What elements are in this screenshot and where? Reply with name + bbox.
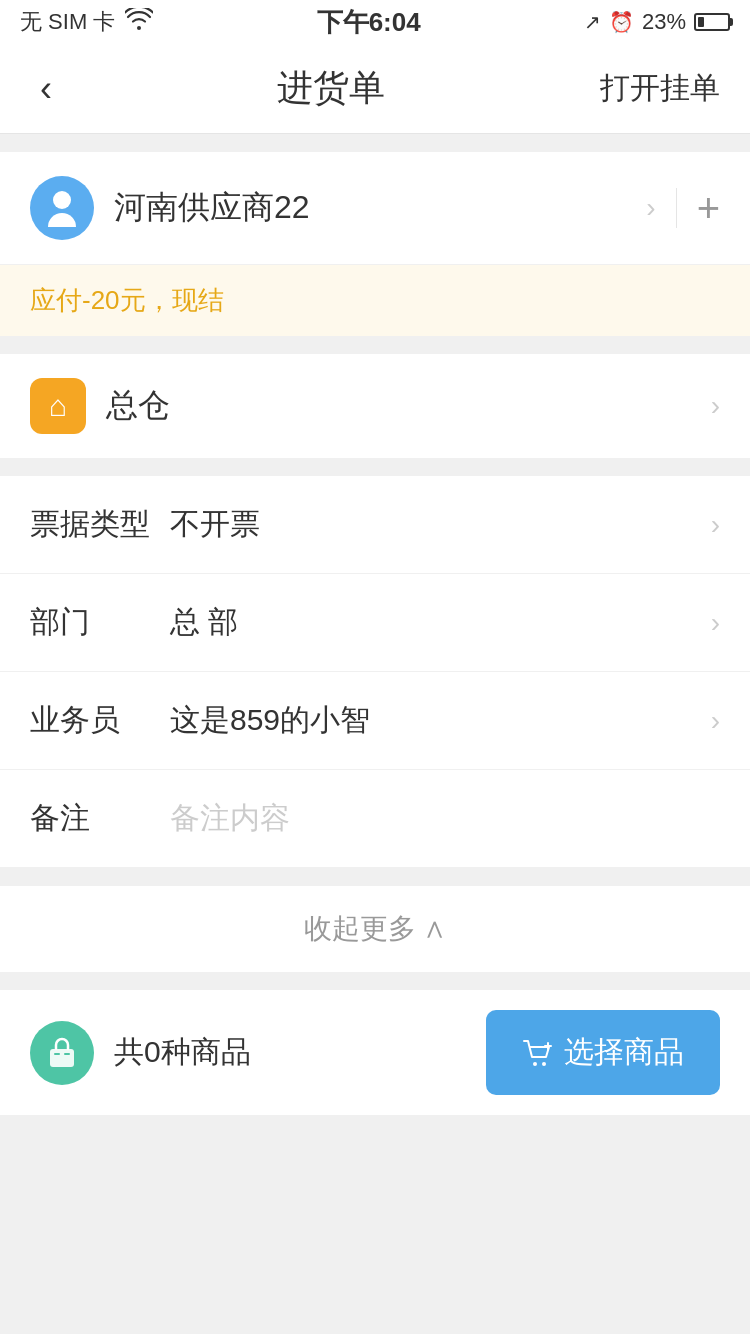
select-product-label: 选择商品 (564, 1032, 684, 1073)
remark-row[interactable]: 备注 备注内容 (0, 770, 750, 867)
form-section: 票据类型 不开票 › 部门 总 部 › 业务员 这是859的小智 › 备注 备注… (0, 476, 750, 867)
nav-bar: ‹ 进货单 打开挂单 (0, 44, 750, 134)
collapse-row[interactable]: 收起更多 ∧ (0, 885, 750, 972)
product-count: 共0种商品 (114, 1032, 486, 1073)
divider-2 (0, 336, 750, 354)
status-right: ↗ ⏰ 23% (584, 9, 730, 35)
person-icon (45, 191, 79, 225)
svg-rect-2 (64, 1053, 70, 1055)
status-bar: 无 SIM 卡 下午6:04 ↗ ⏰ 23% (0, 0, 750, 44)
invoice-label: 票据类型 (30, 504, 170, 545)
page-title: 进货单 (277, 64, 385, 113)
add-supplier-button[interactable]: + (697, 188, 720, 228)
department-label: 部门 (30, 602, 170, 643)
wifi-icon (125, 8, 153, 36)
supplier-section: 河南供应商22 › + 应付-20元，现结 (0, 152, 750, 336)
vertical-divider (676, 188, 677, 228)
status-time: 下午6:04 (317, 5, 421, 40)
svg-rect-1 (54, 1053, 60, 1055)
supplier-avatar (30, 176, 94, 240)
warehouse-icon: ⌂ (30, 378, 86, 434)
warehouse-name: 总仓 (106, 384, 711, 428)
svg-point-4 (542, 1062, 546, 1066)
status-carrier: 无 SIM 卡 (20, 7, 153, 37)
notice-banner: 应付-20元，现结 (0, 265, 750, 336)
remark-input[interactable]: 备注内容 (170, 798, 720, 839)
notice-text: 应付-20元，现结 (30, 285, 224, 315)
house-icon: ⌂ (49, 389, 67, 423)
product-bag-icon (30, 1021, 94, 1085)
salesman-chevron-icon: › (711, 705, 720, 737)
chevron-right-icon: › (646, 192, 655, 224)
battery-percent: 23% (642, 9, 686, 35)
department-row[interactable]: 部门 总 部 › (0, 574, 750, 672)
invoice-chevron-icon: › (711, 509, 720, 541)
department-value: 总 部 (170, 602, 711, 643)
supplier-row[interactable]: 河南供应商22 › + (0, 152, 750, 265)
back-button[interactable]: ‹ (30, 58, 62, 120)
location-icon: ↗ (584, 10, 601, 34)
page-background (0, 1115, 750, 1334)
supplier-name: 河南供应商22 (114, 186, 646, 230)
department-chevron-icon: › (711, 607, 720, 639)
divider-1 (0, 134, 750, 152)
collapse-label: 收起更多 ∧ (304, 913, 447, 944)
invoice-value: 不开票 (170, 504, 711, 545)
svg-point-3 (533, 1062, 537, 1066)
open-pending-button[interactable]: 打开挂单 (600, 68, 720, 109)
cart-plus-icon (522, 1039, 554, 1067)
alarm-icon: ⏰ (609, 10, 634, 34)
select-product-button[interactable]: 选择商品 (486, 1010, 720, 1095)
warehouse-chevron-icon: › (711, 390, 720, 422)
remark-label: 备注 (30, 798, 170, 839)
salesman-row[interactable]: 业务员 这是859的小智 › (0, 672, 750, 770)
invoice-row[interactable]: 票据类型 不开票 › (0, 476, 750, 574)
svg-rect-0 (50, 1049, 74, 1067)
salesman-value: 这是859的小智 (170, 700, 711, 741)
battery-icon (694, 13, 730, 31)
bottom-bar: 共0种商品 选择商品 (0, 990, 750, 1115)
salesman-label: 业务员 (30, 700, 170, 741)
warehouse-row[interactable]: ⌂ 总仓 › (0, 354, 750, 458)
